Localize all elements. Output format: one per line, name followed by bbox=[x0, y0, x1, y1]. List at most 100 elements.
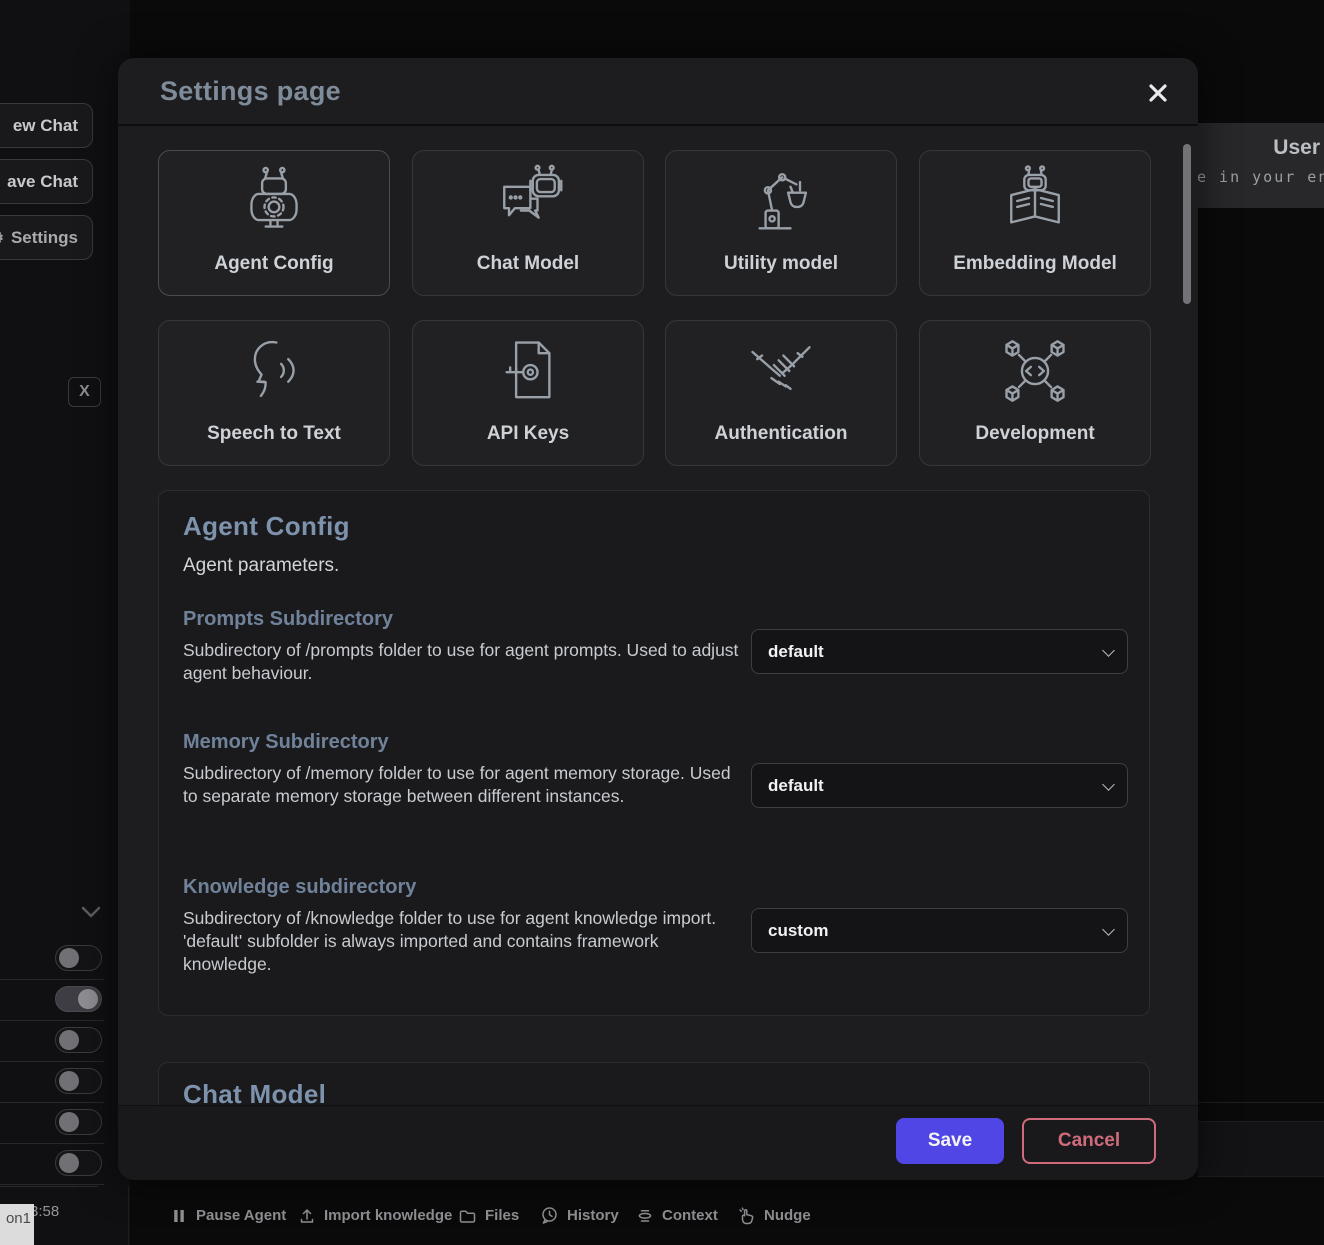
card-agent-config[interactable]: Agent Config bbox=[158, 150, 390, 296]
card-embedding-model[interactable]: Embedding Model bbox=[919, 150, 1151, 296]
field-label-memory-subdirectory: Memory Subdirectory bbox=[183, 731, 389, 753]
select-value: custom bbox=[768, 920, 829, 940]
speaking-head-icon bbox=[159, 333, 389, 409]
divider bbox=[0, 1143, 104, 1144]
section-subtitle: Agent parameters. bbox=[183, 555, 340, 576]
card-speech-to-text[interactable]: Speech to Text bbox=[158, 320, 390, 466]
toggle-knob bbox=[59, 1030, 79, 1050]
card-label: Development bbox=[975, 423, 1095, 444]
card-label: Embedding Model bbox=[953, 253, 1117, 274]
context-label: Context bbox=[662, 1207, 718, 1224]
cancel-button[interactable]: Cancel bbox=[1022, 1118, 1156, 1164]
toggle-knob bbox=[59, 948, 79, 968]
sidebar-close-button[interactable]: X bbox=[68, 377, 101, 407]
card-label: API Keys bbox=[486, 423, 570, 444]
user-message-text: e in your en bbox=[1197, 168, 1324, 186]
toggle-knob bbox=[78, 989, 98, 1009]
card-utility-model[interactable]: Utility model bbox=[665, 150, 897, 296]
settings-label: Settings bbox=[10, 227, 78, 247]
card-chat-model[interactable]: Chat Model bbox=[412, 150, 644, 296]
clock-bubble-icon bbox=[542, 1207, 557, 1224]
pause-icon bbox=[174, 1209, 184, 1222]
key-document-icon bbox=[413, 333, 643, 409]
select-value: default bbox=[768, 775, 824, 795]
nudge-button[interactable]: Nudge bbox=[738, 1186, 811, 1245]
pause-agent-button[interactable]: Pause Agent bbox=[170, 1186, 286, 1245]
divider bbox=[0, 1186, 98, 1187]
sidebar-toggle-1[interactable] bbox=[55, 945, 102, 971]
field-description: Subdirectory of /memory folder to use fo… bbox=[183, 763, 731, 806]
divider bbox=[0, 979, 104, 980]
user-message-bubble: User e in your en bbox=[1197, 123, 1324, 208]
url-tooltip: on1 bbox=[0, 1204, 34, 1245]
sidebar-toggle-5[interactable] bbox=[55, 1109, 102, 1135]
chevron-down-icon[interactable] bbox=[79, 904, 103, 920]
chevron-down-icon bbox=[1102, 778, 1115, 791]
card-api-keys[interactable]: API Keys bbox=[412, 320, 644, 466]
sidebar-toggle-3[interactable] bbox=[55, 1027, 102, 1053]
card-label: Agent Config bbox=[214, 253, 334, 274]
files-button[interactable]: Files bbox=[458, 1186, 519, 1245]
pause-agent-label: Pause Agent bbox=[196, 1207, 287, 1224]
clock-text: 3:58 bbox=[30, 1203, 60, 1220]
divider bbox=[0, 1020, 104, 1021]
field-description: Subdirectory of /prompts folder to use f… bbox=[183, 640, 739, 683]
nudge-label: Nudge bbox=[764, 1207, 811, 1224]
context-button[interactable]: Context bbox=[636, 1186, 718, 1245]
field-label-prompts-subdirectory: Prompts Subdirectory bbox=[183, 608, 394, 630]
agent-config-section: Agent Config Agent parameters. Prompts S… bbox=[158, 490, 1150, 1016]
sidebar-toggle-2[interactable] bbox=[55, 986, 102, 1012]
section-title: Agent Config bbox=[183, 511, 350, 541]
modal-footer: Save Cancel bbox=[118, 1105, 1198, 1180]
sidebar-toggle-4[interactable] bbox=[55, 1068, 102, 1094]
toggle-knob bbox=[59, 1112, 79, 1132]
history-button[interactable]: History bbox=[540, 1186, 619, 1245]
modal-scrollbar-thumb[interactable] bbox=[1183, 144, 1191, 304]
import-knowledge-label: Import knowledge bbox=[324, 1207, 453, 1224]
close-icon[interactable] bbox=[1142, 78, 1174, 108]
settings-button[interactable]: ⚙ Settings bbox=[0, 215, 93, 260]
card-authentication[interactable]: Authentication bbox=[665, 320, 897, 466]
stack-icon bbox=[638, 1209, 652, 1222]
field-label-knowledge-subdirectory: Knowledge subdirectory bbox=[183, 876, 417, 898]
field-description: Subdirectory of /knowledge folder to use… bbox=[183, 908, 717, 974]
save-chat-button[interactable]: ave Chat bbox=[0, 159, 93, 204]
chevron-down-icon bbox=[1102, 644, 1115, 657]
toggle-knob bbox=[59, 1153, 79, 1173]
folder-icon bbox=[459, 1210, 476, 1223]
code-network-icon bbox=[920, 333, 1150, 409]
sidebar-close-label: X bbox=[79, 383, 90, 400]
sidebar-toggle-6[interactable] bbox=[55, 1150, 102, 1176]
robot-book-icon bbox=[920, 163, 1150, 239]
user-message-heading: User bbox=[1273, 136, 1320, 159]
modal-title: Settings page bbox=[160, 76, 341, 106]
chat-robot-icon bbox=[413, 163, 643, 239]
pointing-hand-icon bbox=[739, 1206, 754, 1224]
chat-input-area-edge bbox=[1198, 1121, 1324, 1177]
import-knowledge-button[interactable]: Import knowledge bbox=[298, 1186, 452, 1245]
new-chat-button[interactable]: ew Chat bbox=[0, 103, 93, 148]
modal-header: Settings page bbox=[118, 58, 1198, 126]
memory-subdirectory-select[interactable]: default bbox=[751, 763, 1128, 808]
save-chat-label: ave Chat bbox=[7, 171, 78, 191]
sidebar: ew Chat ave Chat ⚙ Settings X 3:58 bbox=[0, 0, 130, 1245]
settings-modal: Settings page Agent Config Chat Model Ut… bbox=[118, 58, 1198, 1180]
upload-icon bbox=[300, 1208, 314, 1223]
divider bbox=[1198, 1102, 1324, 1103]
divider bbox=[0, 1102, 104, 1103]
divider bbox=[128, 1186, 129, 1245]
robot-arm-icon bbox=[666, 163, 896, 239]
card-development[interactable]: Development bbox=[919, 320, 1151, 466]
divider bbox=[0, 1184, 104, 1185]
toggle-knob bbox=[59, 1071, 79, 1091]
gear-icon: ⚙ bbox=[0, 228, 4, 248]
card-label: Chat Model bbox=[476, 253, 580, 274]
robot-gear-icon bbox=[159, 163, 389, 239]
card-label: Speech to Text bbox=[207, 423, 341, 444]
save-button[interactable]: Save bbox=[896, 1118, 1004, 1164]
divider bbox=[0, 1061, 104, 1062]
prompts-subdirectory-select[interactable]: default bbox=[751, 629, 1128, 674]
card-label: Utility model bbox=[723, 253, 838, 274]
files-label: Files bbox=[485, 1207, 520, 1224]
knowledge-subdirectory-select[interactable]: custom bbox=[751, 908, 1128, 953]
